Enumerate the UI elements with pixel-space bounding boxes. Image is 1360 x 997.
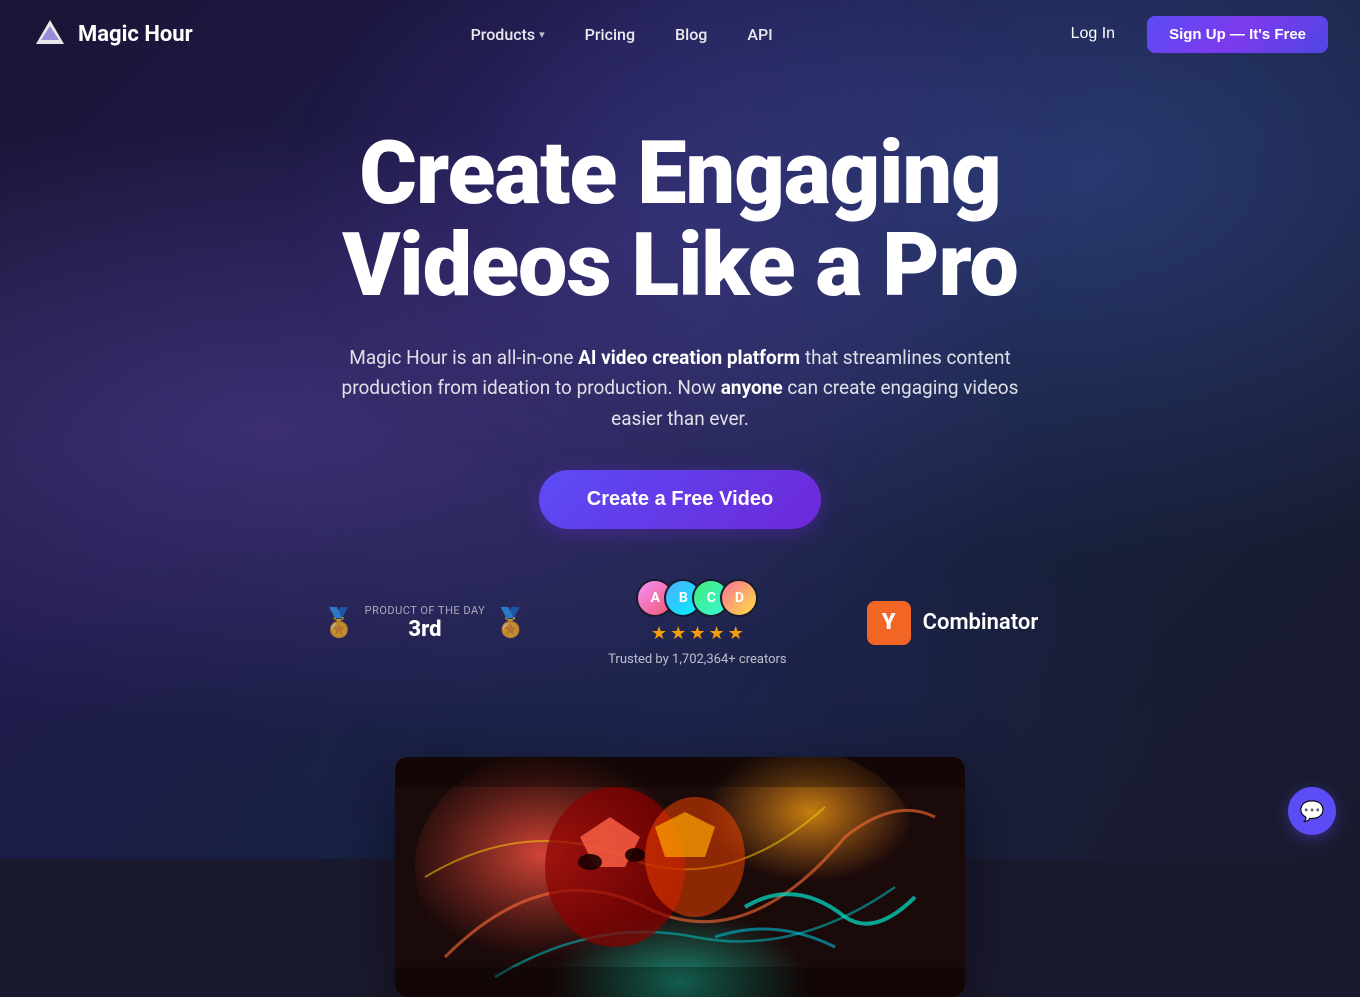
blog-label: Blog [675,25,707,44]
hero-title-line2: Videos Like a Pro [342,214,1018,317]
video-svg-art [395,757,965,997]
star-icon: ★ [708,623,724,644]
video-container[interactable] [395,757,965,997]
products-label: Products [471,25,536,44]
login-button[interactable]: Log In [1051,17,1135,51]
pricing-label: Pricing [585,25,635,44]
hero-section: Create Engaging Videos Like a Pro Magic … [0,68,1360,707]
yc-text: Combinator [923,610,1039,635]
chat-widget[interactable]: 💬 [1288,787,1336,835]
laurel-right-icon: 🏅 [493,606,528,639]
hero-title-line1: Create Engaging [359,122,1001,225]
video-preview [0,757,1360,997]
nav-blog[interactable]: Blog [659,17,723,52]
ph-label: Product of the day [365,604,486,617]
chevron-down-icon: ▾ [539,28,545,41]
hero-subtitle: Magic Hour is an all-in-one AI video cre… [340,343,1020,434]
subtitle-bold1: AI video creation platform [578,346,800,369]
star-icon: ★ [728,623,744,644]
video-thumbnail [395,757,965,997]
logo-text: Magic Hour [78,22,193,47]
avatar-group: A B C D [636,579,758,617]
star-icon: ★ [651,623,667,644]
api-label: API [747,25,772,44]
subtitle-prefix: Magic Hour is an all-in-one [349,346,578,369]
product-hunt-badge: 🏅 Product of the day 3rd 🏅 [322,604,528,642]
navbar: Magic Hour Products ▾ Pricing Blog API L… [0,0,1360,68]
trust-text: Trusted by 1,702,364+ creators [608,652,786,667]
hero-title: Create Engaging Videos Like a Pro [130,128,1230,313]
yc-logo-icon: Y [867,601,911,645]
social-proof: 🏅 Product of the day 3rd 🏅 A B C D ★ ★ [20,579,1340,667]
logo-icon [32,16,68,52]
signup-button[interactable]: Sign Up — It's Free [1147,16,1328,53]
star-icon: ★ [670,623,686,644]
nav-products[interactable]: Products ▾ [455,17,561,52]
yc-badge: Y Combinator [867,601,1039,645]
chat-icon: 💬 [1300,799,1325,823]
nav-api[interactable]: API [731,17,788,52]
nav-right: Log In Sign Up — It's Free [1051,16,1328,53]
logo-link[interactable]: Magic Hour [32,16,193,52]
laurel-left-icon: 🏅 [322,606,357,639]
subtitle-bold2: anyone [721,376,783,399]
star-icon: ★ [689,623,705,644]
nav-pricing[interactable]: Pricing [569,17,651,52]
ph-badge-content: Product of the day 3rd [365,604,486,642]
ph-rank: 3rd [365,617,486,642]
yc-letter: Y [882,610,896,635]
stars-row: ★ ★ ★ ★ ★ [651,623,744,644]
cta-button[interactable]: Create a Free Video [539,470,821,529]
nav-center: Products ▾ Pricing Blog API [455,17,789,52]
avatar: D [720,579,758,617]
trust-section: A B C D ★ ★ ★ ★ ★ Trusted by 1,702,364+ … [608,579,786,667]
